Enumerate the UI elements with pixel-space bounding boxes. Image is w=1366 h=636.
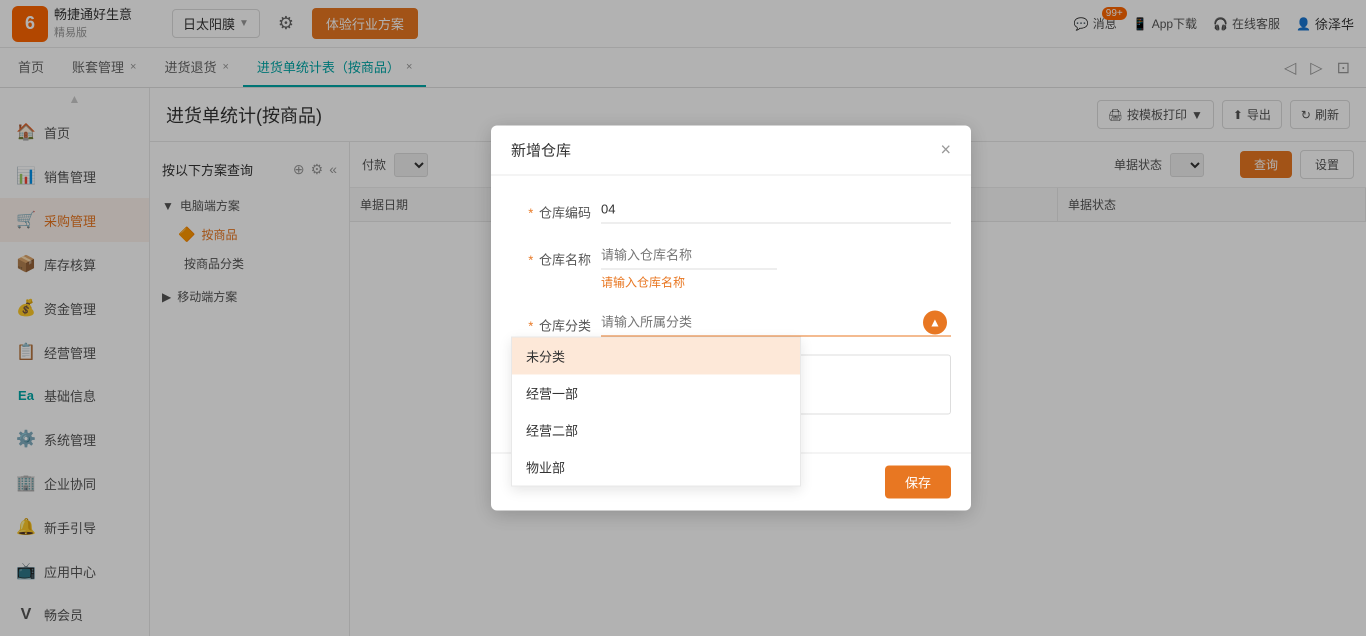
name-label: * 仓库名称 xyxy=(511,243,591,269)
dropdown-item-dept2[interactable]: 经营二部 xyxy=(512,412,800,449)
add-warehouse-modal: 新增仓库 × * 仓库编码 * 仓库名称 请输入仓库名称 xyxy=(491,126,971,511)
dropdown-item-property[interactable]: 物业部 xyxy=(512,449,800,486)
dropdown-item-uncategorized[interactable]: 未分类 xyxy=(512,338,800,375)
category-input[interactable] xyxy=(601,309,951,337)
form-row-category: * 仓库分类 ▲ 未分类 经营一部 经营二部 xyxy=(511,309,951,337)
name-error-msg: 请输入仓库名称 xyxy=(601,274,685,291)
code-input[interactable] xyxy=(601,196,951,224)
dropdown-item-dept1[interactable]: 经营一部 xyxy=(512,375,800,412)
modal-body: * 仓库编码 * 仓库名称 请输入仓库名称 * 仓库分类 xyxy=(491,176,971,453)
modal-title: 新增仓库 xyxy=(511,140,571,161)
category-input-wrap: ▲ 未分类 经营一部 经营二部 物业部 xyxy=(601,309,951,337)
category-chevron-icon[interactable]: ▲ xyxy=(923,311,947,335)
name-input[interactable] xyxy=(601,242,777,270)
category-dropdown: 未分类 经营一部 经营二部 物业部 xyxy=(511,337,801,487)
category-label: * 仓库分类 xyxy=(511,309,591,335)
code-label: * 仓库编码 xyxy=(511,196,591,222)
form-row-code: * 仓库编码 xyxy=(511,196,951,224)
save-button[interactable]: 保存 xyxy=(885,466,951,499)
modal-header: 新增仓库 × xyxy=(491,126,971,176)
form-row-name: * 仓库名称 请输入仓库名称 xyxy=(511,242,951,291)
modal-close-icon[interactable]: × xyxy=(940,140,951,161)
